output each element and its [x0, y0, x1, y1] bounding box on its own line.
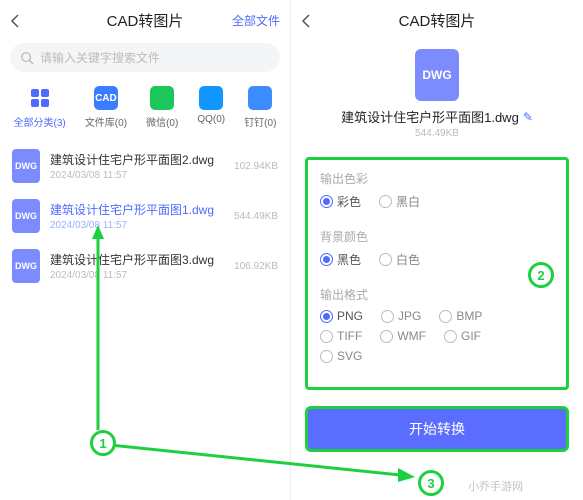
annotation-2-icon: 2 [528, 262, 554, 288]
category-tab[interactable]: CAD 文件库(0) [85, 86, 127, 129]
category-tab[interactable]: 全部分类(3) [14, 86, 66, 129]
radio-label: 彩色 [337, 193, 361, 210]
left-header: CAD转图片 全部文件 [0, 0, 290, 39]
file-meta: 2024/03/08 11:57 [50, 270, 228, 281]
radio-dot-icon [439, 310, 452, 323]
radio-彩色[interactable]: 彩色 [320, 193, 361, 210]
radio-dot-icon [320, 350, 333, 363]
grid-icon [28, 86, 52, 110]
search-icon [20, 51, 34, 65]
radio-dot-icon [320, 195, 333, 208]
radio-dot-icon [379, 195, 392, 208]
category-label: 文件库(0) [85, 114, 127, 129]
category-label: 微信(0) [146, 114, 178, 129]
radio-label: SVG [337, 349, 362, 363]
radio-label: 黑白 [396, 193, 420, 210]
radio-label: TIFF [337, 329, 362, 343]
dwg-file-icon: DWG [12, 149, 40, 183]
search-input[interactable]: 请输入关键字搜索文件 [10, 43, 280, 72]
search-placeholder: 请输入关键字搜索文件 [40, 49, 160, 66]
back-icon[interactable] [8, 13, 24, 29]
radio-label: 黑色 [337, 251, 361, 268]
option-group-color_mode: 输出色彩彩色 黑白 [320, 170, 554, 216]
radio-dot-icon [320, 253, 333, 266]
file-row[interactable]: DWG 建筑设计住宅户形平面图2.dwg 2024/03/08 11:57 102.9… [0, 141, 290, 191]
left-title: CAD转图片 [107, 10, 184, 31]
radio-dot-icon [380, 330, 393, 343]
file-meta: 2024/03/08 11:57 [50, 170, 228, 181]
radio-label: GIF [461, 329, 481, 343]
option-group-out_format: 输出格式 PNG JPG BMP TIFF WMF GIF SVG [320, 286, 554, 369]
radio-label: WMF [397, 329, 426, 343]
radio-dot-icon [381, 310, 394, 323]
option-group-label: 背景颜色 [320, 228, 554, 245]
start-convert-button[interactable]: 开始转换 [305, 406, 569, 452]
file-list: DWG 建筑设计住宅户形平面图2.dwg 2024/03/08 11:57 102.9… [0, 135, 290, 297]
file-row[interactable]: DWG 建筑设计住宅户形平面图3.dwg 2024/03/08 11:57 106.9… [0, 241, 290, 291]
edit-name-icon[interactable]: ✎ [523, 110, 533, 124]
radio-label: PNG [337, 309, 363, 323]
radio-JPG[interactable]: JPG [381, 309, 421, 323]
category-label: 钉钉(0) [244, 114, 276, 129]
watermark-text: 小乔手游网 [468, 478, 523, 494]
option-group-label: 输出格式 [320, 286, 554, 303]
file-name: 建筑设计住宅户形平面图3.dwg [50, 251, 228, 268]
right-title: CAD转图片 [399, 10, 476, 31]
radio-GIF[interactable]: GIF [444, 329, 481, 343]
radio-dot-icon [320, 310, 333, 323]
file-size: 544.49KB [234, 211, 278, 222]
radio-label: BMP [456, 309, 482, 323]
radio-SVG[interactable]: SVG [320, 349, 362, 363]
radio-label: 白色 [396, 251, 420, 268]
radio-白色[interactable]: 白色 [379, 251, 420, 268]
file-name: 建筑设计住宅户形平面图2.dwg [50, 151, 228, 168]
category-tab[interactable]: 钉钉(0) [244, 86, 276, 129]
selected-file-size: 544.49KB [415, 128, 459, 139]
file-size: 102.94KB [234, 161, 278, 172]
dwg-file-icon: DWG [415, 49, 459, 101]
category-label: 全部分类(3) [14, 114, 66, 129]
option-group-bg_color: 背景颜色黑色 白色 [320, 228, 554, 274]
annotation-1-icon: 1 [90, 430, 116, 456]
file-meta: 2024/03/08 11:57 [50, 220, 228, 231]
wechat-icon [150, 86, 174, 110]
radio-label: JPG [398, 309, 421, 323]
file-row[interactable]: DWG 建筑设计住宅户形平面图1.dwg 2024/03/08 11:57 544.4… [0, 191, 290, 241]
qq-icon [199, 86, 223, 110]
ding-icon [248, 86, 272, 110]
radio-黑色[interactable]: 黑色 [320, 251, 361, 268]
radio-黑白[interactable]: 黑白 [379, 193, 420, 210]
radio-PNG[interactable]: PNG [320, 309, 363, 323]
radio-dot-icon [444, 330, 457, 343]
option-group-label: 输出色彩 [320, 170, 554, 187]
right-header: CAD转图片 [291, 0, 583, 41]
file-size: 106.92KB [234, 261, 278, 272]
category-label: QQ(0) [197, 114, 225, 125]
selected-file-card: DWG 建筑设计住宅户形平面图1.dwg ✎ 544.49KB [291, 41, 583, 149]
radio-BMP[interactable]: BMP [439, 309, 482, 323]
radio-TIFF[interactable]: TIFF [320, 329, 362, 343]
radio-dot-icon [320, 330, 333, 343]
file-list-pane: CAD转图片 全部文件 请输入关键字搜索文件 全部分类(3) CAD 文件库(0) 微… [0, 0, 291, 500]
radio-WMF[interactable]: WMF [380, 329, 426, 343]
file-name: 建筑设计住宅户形平面图1.dwg [50, 201, 228, 218]
selected-file-name: 建筑设计住宅户形平面图1.dwg ✎ [341, 107, 533, 126]
annotation-3-icon: 3 [418, 470, 444, 496]
all-files-link[interactable]: 全部文件 [232, 12, 280, 29]
category-tabs: 全部分类(3) CAD 文件库(0) 微信(0) QQ(0) 钉钉(0) [0, 76, 290, 135]
category-tab[interactable]: 微信(0) [146, 86, 178, 129]
back-icon[interactable] [299, 13, 315, 29]
dwg-file-icon: DWG [12, 199, 40, 233]
CAD-icon: CAD [94, 86, 118, 110]
category-tab[interactable]: QQ(0) [197, 86, 225, 129]
dwg-file-icon: DWG [12, 249, 40, 283]
radio-dot-icon [379, 253, 392, 266]
convert-pane: CAD转图片 DWG 建筑设计住宅户形平面图1.dwg ✎ 544.49KB 输… [291, 0, 583, 500]
file-name-text: 建筑设计住宅户形平面图1.dwg [341, 107, 519, 126]
